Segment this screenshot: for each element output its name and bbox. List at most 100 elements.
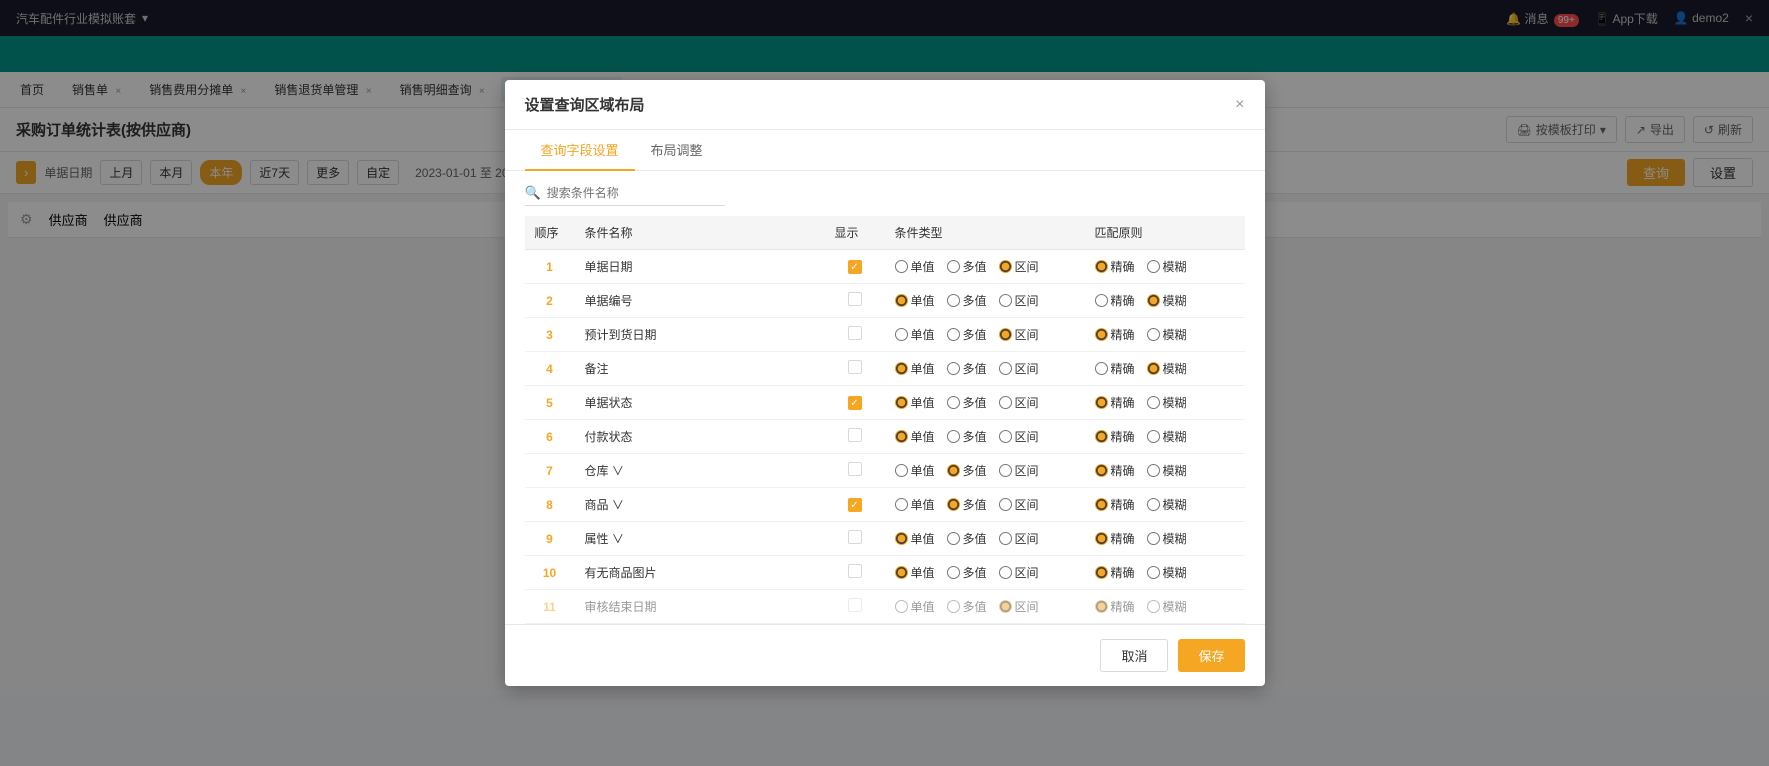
- display-checkbox[interactable]: [848, 292, 862, 306]
- row-display[interactable]: [825, 420, 885, 454]
- row-display[interactable]: [825, 522, 885, 556]
- display-checkbox[interactable]: [848, 428, 862, 442]
- row-type: 单值 多值 区间: [885, 250, 1085, 284]
- radio-multi[interactable]: 多值: [947, 394, 987, 411]
- row-display[interactable]: [825, 488, 885, 522]
- radio-fuzzy[interactable]: 模糊: [1147, 360, 1187, 377]
- row-display[interactable]: [825, 590, 885, 624]
- search-input-wrapper: 🔍: [525, 181, 725, 206]
- radio-exact[interactable]: 精确: [1095, 292, 1135, 309]
- radio-multi[interactable]: 多值: [947, 598, 987, 615]
- radio-single[interactable]: 单值: [895, 258, 935, 275]
- radio-fuzzy[interactable]: 模糊: [1147, 326, 1187, 343]
- radio-multi[interactable]: 多值: [947, 462, 987, 479]
- row-type: 单值 多值 区间: [885, 454, 1085, 488]
- radio-range[interactable]: 区间: [999, 360, 1039, 377]
- display-checkbox[interactable]: [848, 564, 862, 578]
- row-order: 5: [525, 386, 575, 420]
- display-checkbox[interactable]: [848, 498, 862, 512]
- radio-range[interactable]: 区间: [999, 258, 1039, 275]
- display-checkbox[interactable]: [848, 360, 862, 374]
- radio-exact[interactable]: 精确: [1095, 258, 1135, 275]
- row-display[interactable]: [825, 318, 885, 352]
- row-display[interactable]: [825, 386, 885, 420]
- display-checkbox[interactable]: [848, 396, 862, 410]
- radio-range[interactable]: 区间: [999, 326, 1039, 343]
- radio-range[interactable]: 区间: [999, 394, 1039, 411]
- radio-multi[interactable]: 多值: [947, 360, 987, 377]
- modal-table-wrapper: 顺序 条件名称 显示 条件类型 匹配原则 1单据日期 单值: [505, 216, 1265, 624]
- radio-single[interactable]: 单值: [895, 530, 935, 547]
- radio-multi[interactable]: 多值: [947, 326, 987, 343]
- row-order: 3: [525, 318, 575, 352]
- row-type: 单值 多值 区间: [885, 386, 1085, 420]
- display-checkbox[interactable]: [848, 260, 862, 274]
- table-row: 2单据编号 单值 多值 区间 精确: [525, 284, 1245, 318]
- row-display[interactable]: [825, 454, 885, 488]
- radio-range[interactable]: 区间: [999, 598, 1039, 615]
- save-button[interactable]: 保存: [1178, 639, 1244, 672]
- radio-range[interactable]: 区间: [999, 428, 1039, 445]
- radio-range[interactable]: 区间: [999, 530, 1039, 547]
- radio-multi[interactable]: 多值: [947, 530, 987, 547]
- radio-exact[interactable]: 精确: [1095, 496, 1135, 513]
- radio-multi[interactable]: 多值: [947, 258, 987, 275]
- tab-layout-adjust[interactable]: 布局调整: [635, 130, 719, 171]
- radio-single[interactable]: 单值: [895, 496, 935, 513]
- radio-single[interactable]: 单值: [895, 428, 935, 445]
- radio-single[interactable]: 单值: [895, 326, 935, 343]
- radio-range[interactable]: 区间: [999, 292, 1039, 309]
- radio-fuzzy[interactable]: 模糊: [1147, 564, 1187, 581]
- radio-exact[interactable]: 精确: [1095, 530, 1135, 547]
- modal-close-button[interactable]: ×: [1235, 96, 1244, 114]
- row-display[interactable]: [825, 250, 885, 284]
- conditions-table: 顺序 条件名称 显示 条件类型 匹配原则 1单据日期 单值: [525, 216, 1245, 624]
- col-header-display: 显示: [825, 216, 885, 250]
- radio-single[interactable]: 单值: [895, 564, 935, 581]
- radio-range[interactable]: 区间: [999, 496, 1039, 513]
- radio-single[interactable]: 单值: [895, 360, 935, 377]
- radio-fuzzy[interactable]: 模糊: [1147, 292, 1187, 309]
- radio-fuzzy[interactable]: 模糊: [1147, 258, 1187, 275]
- radio-multi[interactable]: 多值: [947, 292, 987, 309]
- tab-query-field-settings[interactable]: 查询字段设置: [525, 130, 635, 171]
- table-row: 4备注 单值 多值 区间 精确: [525, 352, 1245, 386]
- radio-exact[interactable]: 精确: [1095, 462, 1135, 479]
- radio-fuzzy[interactable]: 模糊: [1147, 394, 1187, 411]
- radio-fuzzy[interactable]: 模糊: [1147, 598, 1187, 615]
- row-display[interactable]: [825, 352, 885, 386]
- row-display[interactable]: [825, 556, 885, 590]
- radio-single[interactable]: 单值: [895, 598, 935, 615]
- radio-exact[interactable]: 精确: [1095, 360, 1135, 377]
- display-checkbox[interactable]: [848, 462, 862, 476]
- radio-exact[interactable]: 精确: [1095, 326, 1135, 343]
- col-header-match: 匹配原则: [1085, 216, 1245, 250]
- radio-single[interactable]: 单值: [895, 292, 935, 309]
- radio-fuzzy[interactable]: 模糊: [1147, 496, 1187, 513]
- radio-fuzzy[interactable]: 模糊: [1147, 530, 1187, 547]
- radio-single[interactable]: 单值: [895, 394, 935, 411]
- radio-fuzzy[interactable]: 模糊: [1147, 462, 1187, 479]
- radio-range[interactable]: 区间: [999, 462, 1039, 479]
- radio-range[interactable]: 区间: [999, 564, 1039, 581]
- display-checkbox[interactable]: [848, 530, 862, 544]
- row-display[interactable]: [825, 284, 885, 318]
- table-row: 6付款状态 单值 多值 区间 精确: [525, 420, 1245, 454]
- radio-fuzzy[interactable]: 模糊: [1147, 428, 1187, 445]
- row-name: 备注: [575, 352, 825, 386]
- radio-exact[interactable]: 精确: [1095, 394, 1135, 411]
- search-condition-input[interactable]: [547, 186, 707, 200]
- row-name: 审核结束日期: [575, 590, 825, 624]
- cancel-button[interactable]: 取消: [1100, 639, 1168, 672]
- radio-exact[interactable]: 精确: [1095, 598, 1135, 615]
- radio-multi[interactable]: 多值: [947, 428, 987, 445]
- radio-single[interactable]: 单值: [895, 462, 935, 479]
- radio-exact[interactable]: 精确: [1095, 428, 1135, 445]
- radio-multi[interactable]: 多值: [947, 564, 987, 581]
- display-checkbox[interactable]: [848, 598, 862, 612]
- display-checkbox[interactable]: [848, 326, 862, 340]
- radio-multi[interactable]: 多值: [947, 496, 987, 513]
- table-row: 1单据日期 单值 多值 区间 精确: [525, 250, 1245, 284]
- row-match: 精确 模糊: [1085, 556, 1245, 590]
- radio-exact[interactable]: 精确: [1095, 564, 1135, 581]
